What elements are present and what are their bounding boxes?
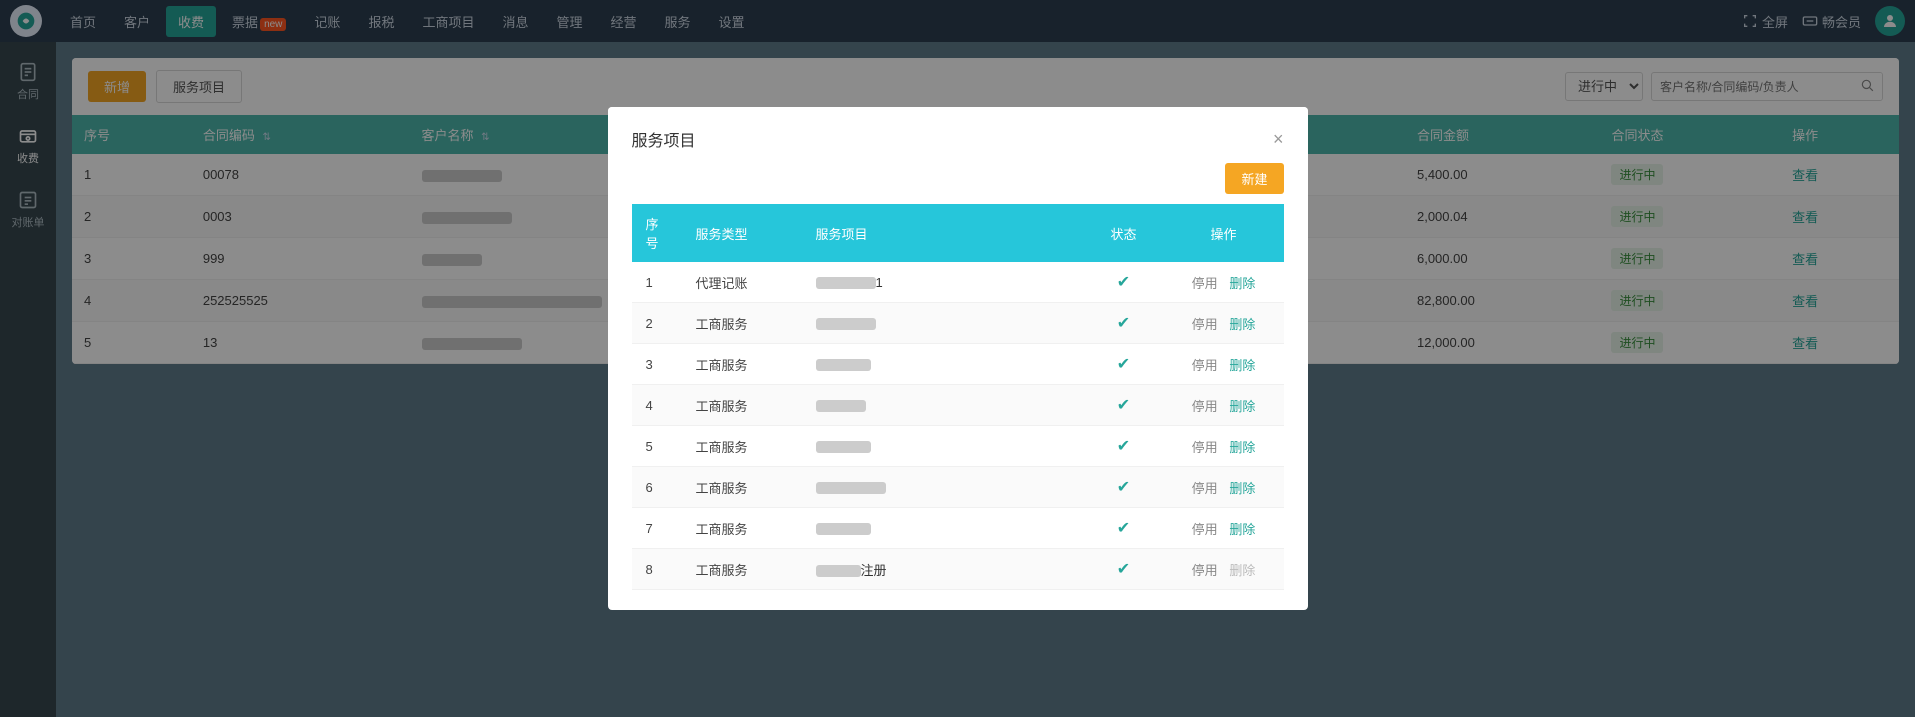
modal-cell-type: 工商服务 <box>682 344 802 385</box>
status-check-icon: ✔ <box>1117 397 1130 414</box>
modal-col-index: 序号 <box>632 204 682 262</box>
delete-button[interactable]: 删除 <box>1229 440 1255 455</box>
modal-cell-status: ✔ <box>1084 344 1164 385</box>
content-area: 新增 服务项目 进行中 <box>56 42 1915 717</box>
modal-cell-type: 工商服务 <box>682 549 802 590</box>
status-check-icon: ✔ <box>1117 520 1130 537</box>
modal-cell-index: 1 <box>632 262 682 303</box>
modal-cell-index: 7 <box>632 508 682 549</box>
modal-cell-type: 工商服务 <box>682 508 802 549</box>
stop-button[interactable]: 停用 <box>1192 481 1218 496</box>
modal-title: 服务项目 <box>632 127 696 151</box>
status-check-icon: ✔ <box>1117 315 1130 332</box>
modal-cell-type: 工商服务 <box>682 303 802 344</box>
stop-button[interactable]: 停用 <box>1192 399 1218 414</box>
modal-cell-item: 注册 <box>802 549 1084 590</box>
modal-cell-item: 1 <box>802 262 1084 303</box>
modal-cell-type: 工商服务 <box>682 467 802 508</box>
modal-header: 服务项目 × <box>608 107 1308 163</box>
modal-cell-index: 4 <box>632 385 682 426</box>
modal-col-action: 操作 <box>1164 204 1284 262</box>
modal-cell-index: 5 <box>632 426 682 467</box>
stop-button[interactable]: 停用 <box>1192 563 1218 578</box>
modal-table-row: 7 工商服务 ✔ 停用 删除 <box>632 508 1284 549</box>
modal-cell-index: 3 <box>632 344 682 385</box>
status-check-icon: ✔ <box>1117 479 1130 496</box>
modal-cell-type: 工商服务 <box>682 426 802 467</box>
modal-cell-item <box>802 426 1084 467</box>
status-check-icon: ✔ <box>1117 438 1130 455</box>
modal-cell-item <box>802 344 1084 385</box>
service-items-table: 序号 服务类型 服务项目 状态 操作 1 代理记账 1 <box>632 204 1284 590</box>
modal-body: 新建 序号 服务类型 服务项目 状态 操作 <box>608 163 1308 610</box>
modal-toolbar: 新建 <box>632 163 1284 204</box>
modal-table-row: 6 工商服务 ✔ 停用 删除 <box>632 467 1284 508</box>
status-check-icon: ✔ <box>1117 356 1130 373</box>
modal-cell-index: 2 <box>632 303 682 344</box>
modal-table-header: 序号 服务类型 服务项目 状态 操作 <box>632 204 1284 262</box>
modal-cell-status: ✔ <box>1084 262 1164 303</box>
modal-cell-status: ✔ <box>1084 385 1164 426</box>
delete-button[interactable]: 删除 <box>1229 481 1255 496</box>
modal-col-status: 状态 <box>1084 204 1164 262</box>
main-layout: 合同 收费 对账单 新增 服务项目 进行中 <box>0 42 1915 717</box>
modal-table-row: 3 工商服务 ✔ 停用 删除 <box>632 344 1284 385</box>
delete-button[interactable]: 删除 <box>1229 358 1255 373</box>
stop-button[interactable]: 停用 <box>1192 276 1218 291</box>
modal-cell-action: 停用 删除 <box>1164 262 1284 303</box>
modal-col-type: 服务类型 <box>682 204 802 262</box>
modal-cell-action: 停用 删除 <box>1164 303 1284 344</box>
modal-cell-action: 停用 删除 <box>1164 385 1284 426</box>
stop-button[interactable]: 停用 <box>1192 317 1218 332</box>
modal-table-row: 8 工商服务 注册 ✔ 停用 删除 <box>632 549 1284 590</box>
modal-cell-index: 8 <box>632 549 682 590</box>
stop-button[interactable]: 停用 <box>1192 358 1218 373</box>
modal-cell-type: 代理记账 <box>682 262 802 303</box>
delete-button[interactable]: 删除 <box>1229 399 1255 414</box>
modal-overlay[interactable]: 服务项目 × 新建 序号 服务类型 服务项目 状态 <box>56 42 1915 717</box>
modal-cell-status: ✔ <box>1084 508 1164 549</box>
modal-cell-status: ✔ <box>1084 426 1164 467</box>
modal-cell-status: ✔ <box>1084 549 1164 590</box>
delete-button[interactable]: 删除 <box>1229 563 1255 578</box>
modal-cell-status: ✔ <box>1084 467 1164 508</box>
modal-cell-item <box>802 303 1084 344</box>
modal-table-row: 1 代理记账 1 ✔ 停用 删除 <box>632 262 1284 303</box>
modal-cell-item <box>802 385 1084 426</box>
modal-new-button[interactable]: 新建 <box>1225 163 1283 194</box>
stop-button[interactable]: 停用 <box>1192 522 1218 537</box>
delete-button[interactable]: 删除 <box>1229 276 1255 291</box>
modal-table-row: 5 工商服务 ✔ 停用 删除 <box>632 426 1284 467</box>
service-items-modal: 服务项目 × 新建 序号 服务类型 服务项目 状态 <box>608 107 1308 610</box>
modal-table-row: 2 工商服务 ✔ 停用 删除 <box>632 303 1284 344</box>
modal-cell-action: 停用 删除 <box>1164 467 1284 508</box>
modal-cell-action: 停用 删除 <box>1164 344 1284 385</box>
modal-cell-item <box>802 508 1084 549</box>
modal-cell-status: ✔ <box>1084 303 1164 344</box>
status-check-icon: ✔ <box>1117 274 1130 291</box>
modal-cell-index: 6 <box>632 467 682 508</box>
delete-button[interactable]: 删除 <box>1229 522 1255 537</box>
modal-table-row: 4 工商服务 ✔ 停用 删除 <box>632 385 1284 426</box>
modal-cell-action: 停用 删除 <box>1164 549 1284 590</box>
modal-cell-action: 停用 删除 <box>1164 426 1284 467</box>
delete-button[interactable]: 删除 <box>1229 317 1255 332</box>
modal-cell-item <box>802 467 1084 508</box>
modal-close-button[interactable]: × <box>1273 130 1284 148</box>
status-check-icon: ✔ <box>1117 561 1130 578</box>
modal-cell-action: 停用 删除 <box>1164 508 1284 549</box>
stop-button[interactable]: 停用 <box>1192 440 1218 455</box>
modal-col-item: 服务项目 <box>802 204 1084 262</box>
modal-cell-type: 工商服务 <box>682 385 802 426</box>
